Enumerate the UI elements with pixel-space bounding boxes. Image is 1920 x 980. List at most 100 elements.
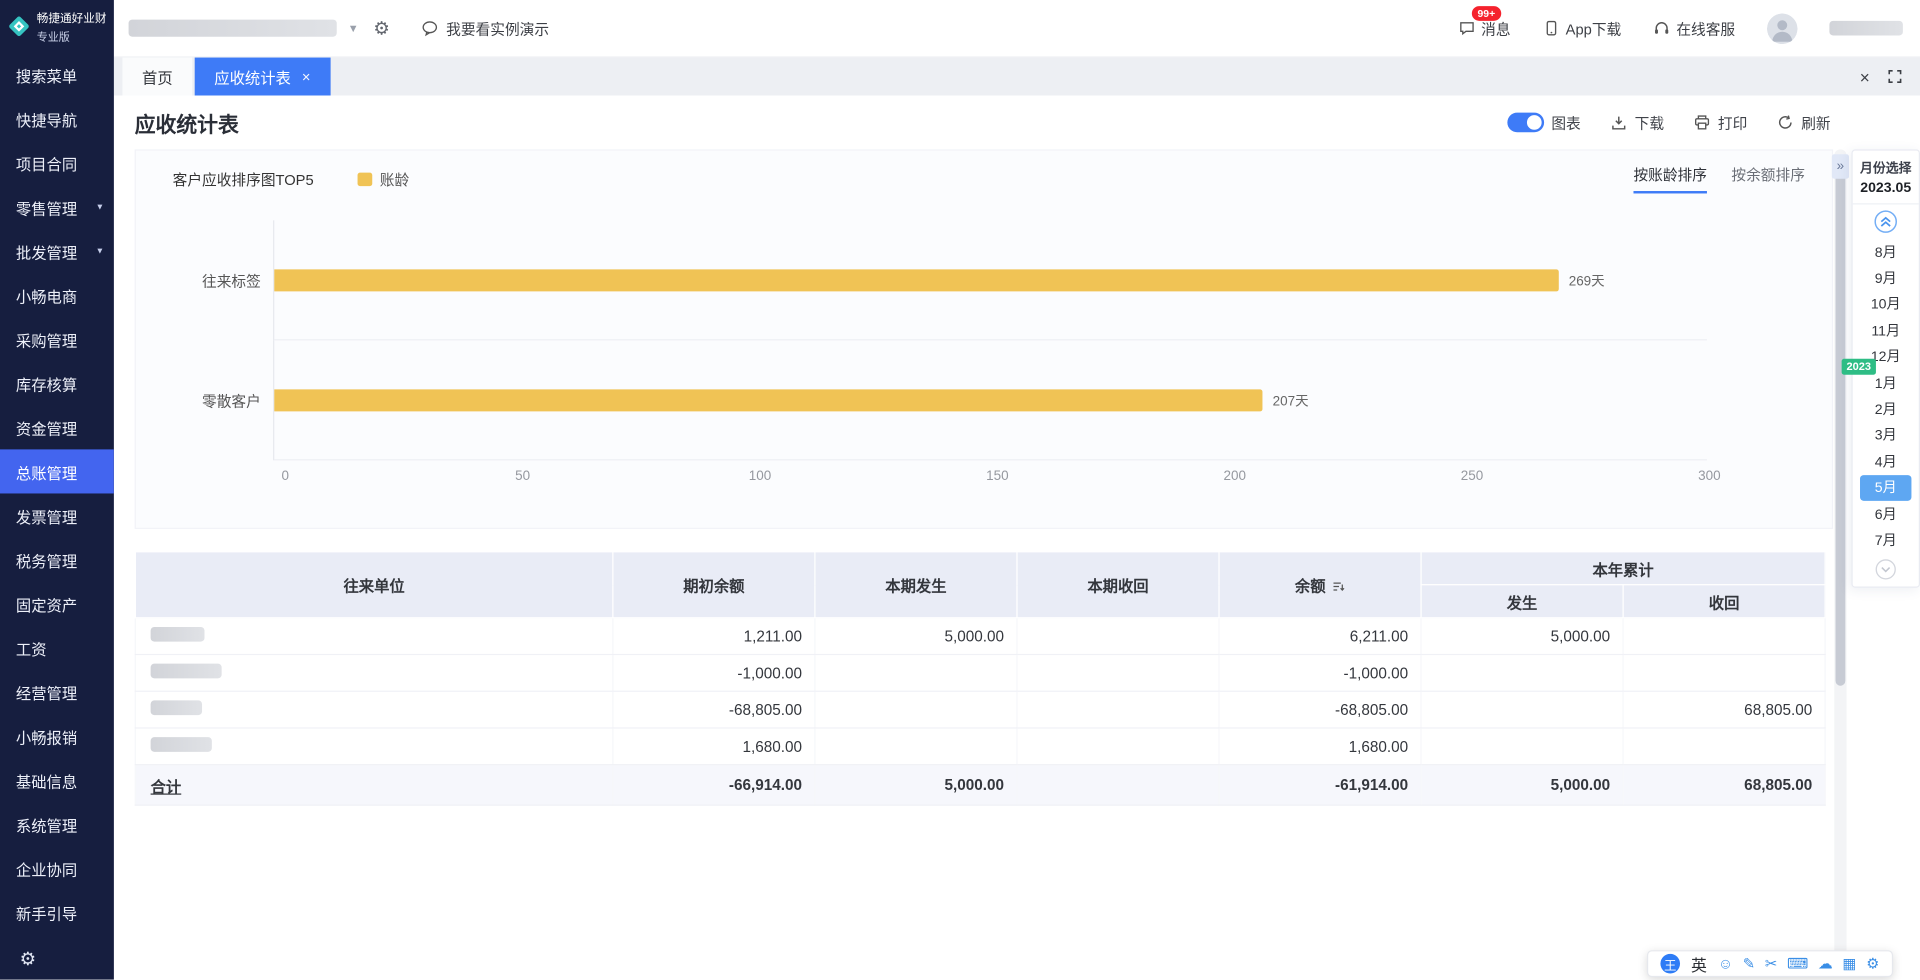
table-cell: -61,914.00 bbox=[1219, 765, 1421, 805]
month-option[interactable]: 7月 bbox=[1853, 527, 1919, 553]
avatar[interactable] bbox=[1767, 13, 1798, 44]
x-tick-label: 250 bbox=[1461, 469, 1483, 484]
sidebar-item[interactable]: 批发管理▼ bbox=[0, 229, 114, 273]
sidebar-settings-gear-icon[interactable]: ⚙ bbox=[0, 938, 114, 980]
messages-button[interactable]: 消息 99+ bbox=[1458, 18, 1511, 39]
sidebar-item[interactable]: 零售管理▼ bbox=[0, 185, 114, 229]
ime-mode-toggle[interactable]: 英 bbox=[1691, 952, 1707, 975]
table-row[interactable]: 1,211.005,000.006,211.005,000.00 bbox=[135, 618, 1825, 655]
sidebar-item[interactable]: 基础信息 bbox=[0, 758, 114, 802]
vertical-scrollbar[interactable] bbox=[1834, 149, 1846, 967]
ime-toolbar: 王 英 ☺ ✎ ✂ ⌨ ☁ ▦ ⚙ bbox=[1647, 950, 1893, 977]
refresh-button[interactable]: 刷新 bbox=[1777, 112, 1831, 133]
close-all-icon[interactable]: × bbox=[1860, 67, 1870, 87]
chevron-down-icon: ▼ bbox=[96, 203, 104, 212]
chart-sort-tabs: 按账龄排序按余额排序 bbox=[1633, 164, 1804, 193]
sidebar-item[interactable]: 小畅电商 bbox=[0, 273, 114, 317]
x-tick-label: 150 bbox=[986, 469, 1008, 484]
redacted-company-name bbox=[129, 20, 337, 37]
month-option[interactable]: 5月 bbox=[1860, 475, 1911, 501]
customer-name-cell bbox=[135, 654, 613, 691]
pen-icon[interactable]: ✎ bbox=[1743, 956, 1755, 971]
scroll-down-button[interactable] bbox=[1853, 553, 1919, 585]
support-button[interactable]: 在线客服 bbox=[1653, 18, 1735, 39]
sidebar-item[interactable]: 采购管理 bbox=[0, 317, 114, 361]
month-option[interactable]: 3月 bbox=[1853, 422, 1919, 448]
smiley-icon[interactable]: ☺ bbox=[1718, 956, 1733, 971]
sidebar-item[interactable]: 项目合同 bbox=[0, 141, 114, 185]
category-label: 零散客户 bbox=[136, 390, 273, 411]
sidebar-item[interactable]: 工资 bbox=[0, 626, 114, 670]
ime-logo-icon[interactable]: 王 bbox=[1660, 954, 1680, 974]
month-option[interactable]: 6月 bbox=[1853, 501, 1919, 527]
sidebar-item-label: 资金管理 bbox=[16, 416, 77, 439]
table-row[interactable]: 1,680.001,680.00 bbox=[135, 728, 1825, 765]
table-cell: 5,000.00 bbox=[1421, 765, 1623, 805]
sort-tab[interactable]: 按账龄排序 bbox=[1633, 164, 1706, 193]
print-button[interactable]: 打印 bbox=[1693, 112, 1747, 133]
sidebar-item-label: 项目合同 bbox=[16, 151, 77, 174]
expand-icon[interactable] bbox=[1887, 69, 1903, 85]
grid-icon[interactable]: ▦ bbox=[1843, 956, 1857, 971]
month-option[interactable]: 9月 bbox=[1853, 265, 1919, 291]
chart-legend[interactable]: 账龄 bbox=[358, 168, 409, 189]
sidebar-item[interactable]: 搜索菜单 bbox=[0, 53, 114, 97]
sidebar-item[interactable]: 快捷导航 bbox=[0, 97, 114, 141]
sort-icon[interactable] bbox=[1330, 579, 1345, 594]
collapse-panel-button[interactable]: » bbox=[1832, 154, 1849, 178]
chart-bar-row: 零散客户207天 bbox=[136, 340, 1832, 460]
chart-toggle[interactable]: 图表 bbox=[1507, 112, 1580, 133]
gear-icon[interactable]: ⚙ bbox=[1866, 956, 1879, 971]
sidebar-item[interactable]: 固定资产 bbox=[0, 582, 114, 626]
chat-icon bbox=[1458, 20, 1475, 37]
sidebar-item[interactable]: 企业协同 bbox=[0, 846, 114, 890]
company-selector[interactable]: ▼ bbox=[129, 20, 374, 37]
col-header-opening-balance: 期初余额 bbox=[613, 552, 815, 618]
sidebar-item[interactable]: 发票管理 bbox=[0, 493, 114, 537]
month-option[interactable]: 8月 bbox=[1853, 239, 1919, 265]
sidebar-item[interactable]: 总账管理 bbox=[0, 449, 114, 493]
cloud-icon[interactable]: ☁ bbox=[1818, 956, 1833, 971]
chart-title: 客户应收排序图TOP5 bbox=[173, 168, 314, 189]
col-header-current-received: 本期收回 bbox=[1017, 552, 1219, 618]
settings-gear-icon[interactable]: ⚙ bbox=[373, 17, 389, 39]
table-cell bbox=[1623, 728, 1825, 765]
month-option[interactable]: 10月 bbox=[1853, 291, 1919, 317]
month-option[interactable]: 4月 bbox=[1853, 448, 1919, 474]
total-label[interactable]: 合计 bbox=[151, 778, 182, 795]
col-header-balance[interactable]: 余额 bbox=[1219, 552, 1421, 618]
sidebar-item[interactable]: 税务管理 bbox=[0, 538, 114, 582]
sidebar-item[interactable]: 系统管理 bbox=[0, 802, 114, 846]
sidebar-item[interactable]: 资金管理 bbox=[0, 405, 114, 449]
table-cell bbox=[815, 654, 1017, 691]
bar-track: 207天 bbox=[273, 340, 1707, 460]
chevron-down-icon: ▼ bbox=[348, 22, 359, 34]
headset-icon bbox=[1653, 20, 1670, 37]
toggle-switch[interactable] bbox=[1507, 113, 1544, 133]
app-download-button[interactable]: App下载 bbox=[1542, 18, 1621, 39]
table-body: 1,211.005,000.006,211.005,000.00-1,000.0… bbox=[135, 618, 1825, 805]
table-row[interactable]: -68,805.00-68,805.0068,805.00 bbox=[135, 691, 1825, 728]
table-cell bbox=[1017, 728, 1219, 765]
customer-name-cell bbox=[135, 618, 613, 655]
month-option[interactable]: 11月 bbox=[1853, 317, 1919, 343]
sort-tab[interactable]: 按余额排序 bbox=[1731, 164, 1804, 193]
tab-close-icon[interactable]: × bbox=[302, 68, 311, 85]
scissors-icon[interactable]: ✂ bbox=[1765, 956, 1777, 971]
sidebar-item[interactable]: 小畅报销 bbox=[0, 714, 114, 758]
table-cell: -68,805.00 bbox=[1219, 691, 1421, 728]
sidebar-item[interactable]: 新手引导 bbox=[0, 890, 114, 934]
table-row[interactable]: -1,000.00-1,000.00 bbox=[135, 654, 1825, 691]
tab-receivable-report[interactable]: 应收统计表 × bbox=[195, 58, 330, 96]
table-cell bbox=[1421, 654, 1623, 691]
scrollbar-thumb[interactable] bbox=[1836, 171, 1846, 685]
keyboard-icon[interactable]: ⌨ bbox=[1787, 956, 1808, 971]
download-button[interactable]: 下载 bbox=[1610, 112, 1664, 133]
tab-home[interactable]: 首页 bbox=[122, 58, 192, 96]
sidebar-item[interactable]: 经营管理 bbox=[0, 670, 114, 714]
redacted-customer-name bbox=[151, 700, 202, 715]
demo-link[interactable]: 我要看实例演示 bbox=[422, 18, 549, 39]
month-option[interactable]: 2月 bbox=[1853, 396, 1919, 422]
scroll-up-button[interactable] bbox=[1853, 204, 1919, 238]
sidebar-item[interactable]: 库存核算 bbox=[0, 361, 114, 405]
